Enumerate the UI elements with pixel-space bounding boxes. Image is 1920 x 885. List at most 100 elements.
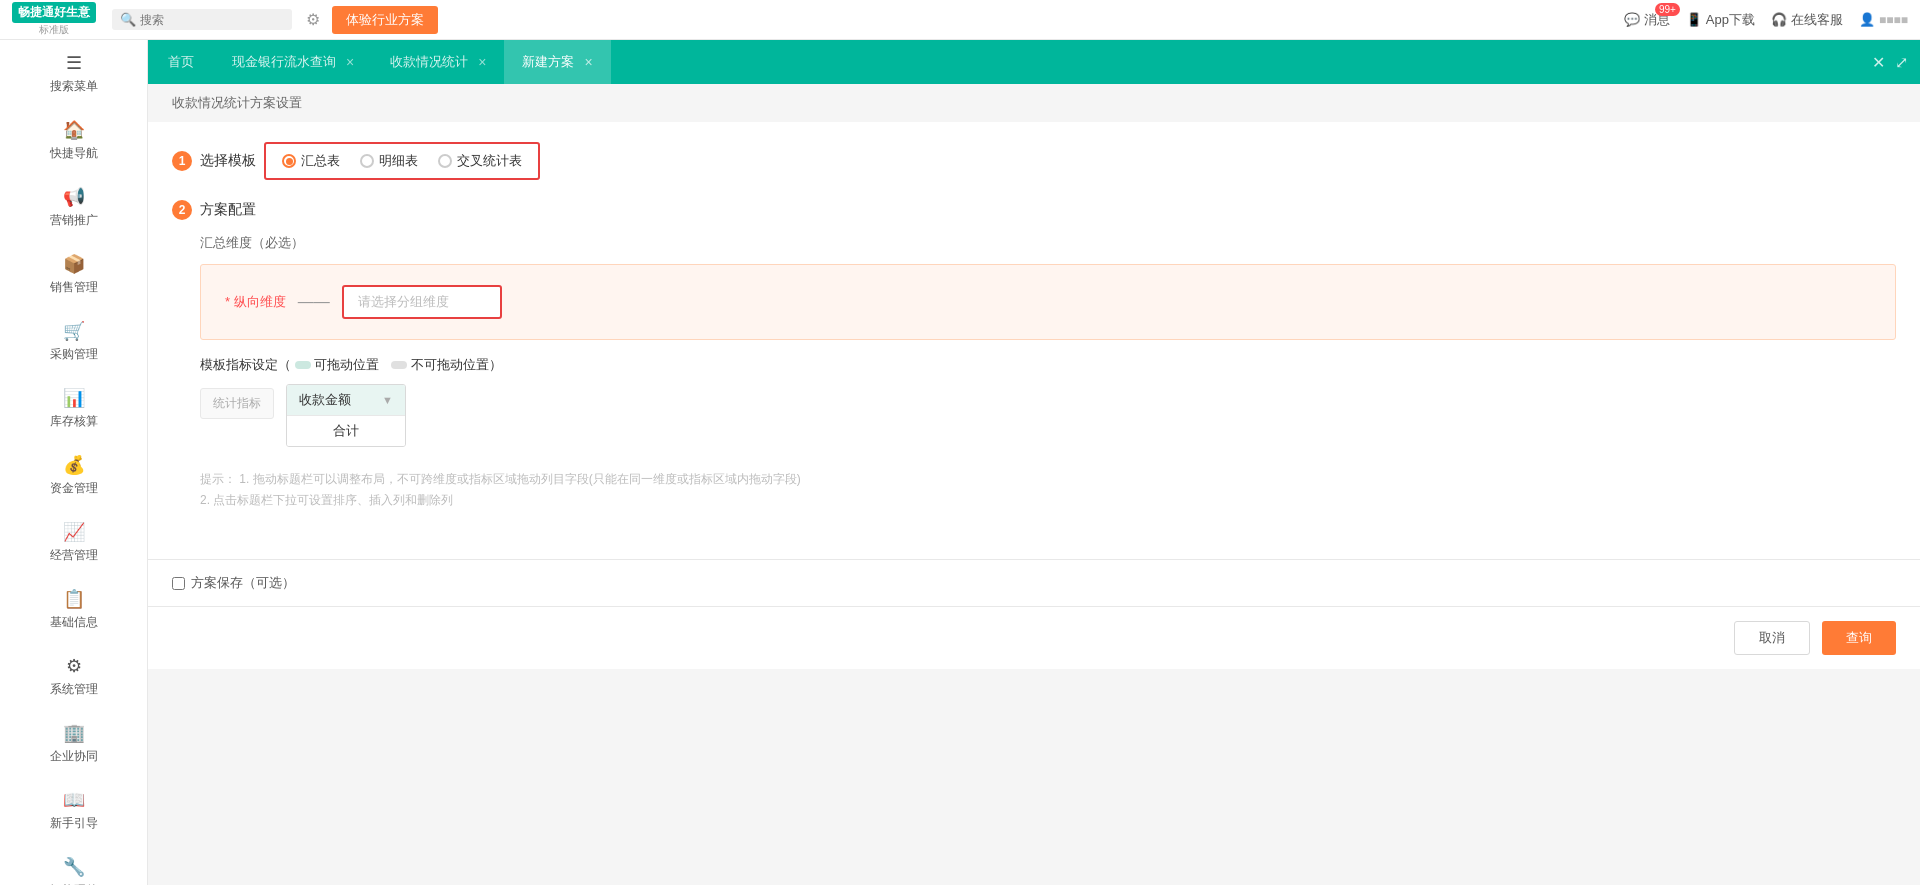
- radio-detail-label: 明细表: [379, 152, 418, 170]
- message-badge: 99+: [1655, 3, 1680, 16]
- metrics-section: 模板指标设定（ 可拖动位置 不可拖动位置） 统计指标: [200, 356, 1896, 447]
- enterprise-icon: 🏢: [63, 722, 85, 744]
- vertical-label: * 纵向维度: [225, 293, 286, 311]
- bottom-actions: 取消 查询: [148, 606, 1920, 669]
- sidebar-label-inventory: 库存核算: [50, 413, 98, 430]
- sidebar-label-sales: 销售管理: [50, 279, 98, 296]
- sidebar-item-system[interactable]: ⚙ 系统管理: [0, 643, 147, 710]
- sidebar-item-hardware[interactable]: 🔧 智能硬件: [0, 844, 147, 885]
- tab-cash-flow-close[interactable]: ×: [346, 54, 354, 70]
- tab-new-plan[interactable]: 新建方案 ×: [504, 40, 610, 84]
- home-icon: 🏠: [63, 119, 85, 141]
- marketing-icon: 📢: [63, 186, 85, 208]
- expand-icon[interactable]: ⤢: [1895, 53, 1908, 72]
- sidebar-label-home: 快捷导航: [50, 145, 98, 162]
- close-icon[interactable]: ✕: [1872, 53, 1885, 72]
- tab-receipt-stats[interactable]: 收款情况统计 ×: [372, 40, 504, 84]
- topbar-right: 💬 消息 99+ 📱 App下载 🎧 在线客服 👤 ■■■■: [1624, 11, 1908, 29]
- tab-home[interactable]: 首页: [148, 40, 214, 84]
- metrics-table: 收款金额 ▼ 合计: [286, 384, 406, 447]
- search-menu-icon: ☰: [66, 52, 82, 74]
- support-label: 在线客服: [1791, 11, 1843, 29]
- sidebar-item-guide[interactable]: 📖 新手引导: [0, 777, 147, 844]
- user-name: ■■■■: [1879, 13, 1908, 27]
- radio-cross-circle: [438, 154, 452, 168]
- download-icon: 📱: [1686, 12, 1702, 27]
- dimension-area: * 纵向维度 —— 请选择分组维度: [200, 264, 1896, 340]
- radio-detail-circle: [360, 154, 374, 168]
- inventory-icon: 📊: [63, 387, 85, 409]
- search-area[interactable]: 🔍: [112, 9, 292, 30]
- metrics-layout: 统计指标 收款金额 ▼ 合计: [200, 384, 1896, 447]
- step1-section: 1 选择模板 汇总表 明细表: [172, 142, 1896, 180]
- sidebar-label-basics: 基础信息: [50, 614, 98, 631]
- search-input[interactable]: [140, 13, 280, 27]
- tab-new-plan-close[interactable]: ×: [584, 54, 592, 70]
- page-content: 收款情况统计方案设置 1 选择模板 汇总表: [148, 84, 1920, 885]
- cancel-button[interactable]: 取消: [1734, 621, 1810, 655]
- sidebar-item-home[interactable]: 🏠 快捷导航: [0, 107, 147, 174]
- save-plan-label: 方案保存（可选）: [191, 574, 295, 592]
- tab-new-plan-label: 新建方案: [522, 53, 574, 71]
- movable-hint-label: 可拖动位置: [314, 357, 379, 372]
- purchase-icon: 🛒: [63, 320, 85, 342]
- sidebar-label-operations: 经营管理: [50, 547, 98, 564]
- sidebar-item-finance[interactable]: 💰 资金管理: [0, 442, 147, 509]
- radio-detail[interactable]: 明细表: [360, 152, 418, 170]
- tabbar-right: ✕ ⤢: [1872, 40, 1920, 84]
- download-button[interactable]: 📱 App下载: [1686, 11, 1755, 29]
- save-plan-input[interactable]: [172, 577, 185, 590]
- sidebar: ☰ 搜索菜单 🏠 快捷导航 📢 营销推广 📦 销售管理 🛒 采购管理 📊 库存核…: [0, 40, 148, 885]
- sidebar-item-marketing[interactable]: 📢 营销推广: [0, 174, 147, 241]
- metrics-col-header-label: 收款金额: [299, 391, 351, 409]
- radio-summary[interactable]: 汇总表: [282, 152, 340, 170]
- radio-cross-label: 交叉统计表: [457, 152, 522, 170]
- sidebar-label-marketing: 营销推广: [50, 212, 98, 229]
- message-icon: 💬: [1624, 12, 1640, 27]
- tab-cash-flow-label: 现金银行流水查询: [232, 53, 336, 71]
- content-area: 首页 现金银行流水查询 × 收款情况统计 × 新建方案 × ✕ ⤢: [148, 40, 1920, 885]
- template-radio-group: 汇总表 明细表 交叉统计表: [264, 142, 540, 180]
- tips-section: 提示： 1. 拖动标题栏可以调整布局，不可跨维度或指标区域拖动列目字段(只能在同…: [200, 471, 1896, 509]
- sidebar-item-sales[interactable]: 📦 销售管理: [0, 241, 147, 308]
- fixed-hint-label: 不可拖动位置）: [411, 357, 502, 372]
- sidebar-label-purchase: 采购管理: [50, 346, 98, 363]
- operations-icon: 📈: [63, 521, 85, 543]
- sidebar-label-system: 系统管理: [50, 681, 98, 698]
- gear-icon[interactable]: ⚙: [306, 10, 320, 29]
- sidebar-item-inventory[interactable]: 📊 库存核算: [0, 375, 147, 442]
- sidebar-item-search[interactable]: ☰ 搜索菜单: [0, 40, 147, 107]
- support-button[interactable]: 🎧 在线客服: [1771, 11, 1843, 29]
- sidebar-label-guide: 新手引导: [50, 815, 98, 832]
- main-layout: ☰ 搜索菜单 🏠 快捷导航 📢 营销推广 📦 销售管理 🛒 采购管理 📊 库存核…: [0, 40, 1920, 885]
- metrics-col-label-area: 统计指标: [200, 388, 274, 447]
- sidebar-label-enterprise: 企业协同: [50, 748, 98, 765]
- breadcrumb-text: 收款情况统计方案设置: [172, 95, 302, 110]
- tab-receipt-stats-close[interactable]: ×: [478, 54, 486, 70]
- query-button[interactable]: 查询: [1822, 621, 1896, 655]
- step2-num: 2: [172, 200, 192, 220]
- step1-title: 选择模板: [200, 152, 256, 170]
- tabbar: 首页 现金银行流水查询 × 收款情况统计 × 新建方案 × ✕ ⤢: [148, 40, 1920, 84]
- sidebar-label-search: 搜索菜单: [50, 78, 98, 95]
- radio-summary-label: 汇总表: [301, 152, 340, 170]
- search-icon: 🔍: [120, 12, 136, 27]
- sidebar-item-purchase[interactable]: 🛒 采购管理: [0, 308, 147, 375]
- sidebar-item-enterprise[interactable]: 🏢 企业协同: [0, 710, 147, 777]
- dimension-select[interactable]: 请选择分组维度: [342, 285, 502, 319]
- radio-cross[interactable]: 交叉统计表: [438, 152, 522, 170]
- user-area[interactable]: 👤 ■■■■: [1859, 12, 1908, 27]
- system-icon: ⚙: [66, 655, 82, 677]
- message-button[interactable]: 💬 消息 99+: [1624, 11, 1670, 29]
- hardware-icon: 🔧: [63, 856, 85, 878]
- tab-cash-flow[interactable]: 现金银行流水查询 ×: [214, 40, 372, 84]
- save-plan-checkbox[interactable]: 方案保存（可选）: [172, 574, 1896, 592]
- step2-section: 2 方案配置 汇总维度（必选） * 纵向维度 —— 请选择分组维度: [172, 200, 1896, 509]
- metrics-table-header[interactable]: 收款金额 ▼: [287, 385, 405, 415]
- sidebar-item-operations[interactable]: 📈 经营管理: [0, 509, 147, 576]
- step1-num: 1: [172, 151, 192, 171]
- sidebar-item-basics[interactable]: 📋 基础信息: [0, 576, 147, 643]
- breadcrumb: 收款情况统计方案设置: [148, 84, 1920, 122]
- trial-button[interactable]: 体验行业方案: [332, 6, 438, 34]
- sales-icon: 📦: [63, 253, 85, 275]
